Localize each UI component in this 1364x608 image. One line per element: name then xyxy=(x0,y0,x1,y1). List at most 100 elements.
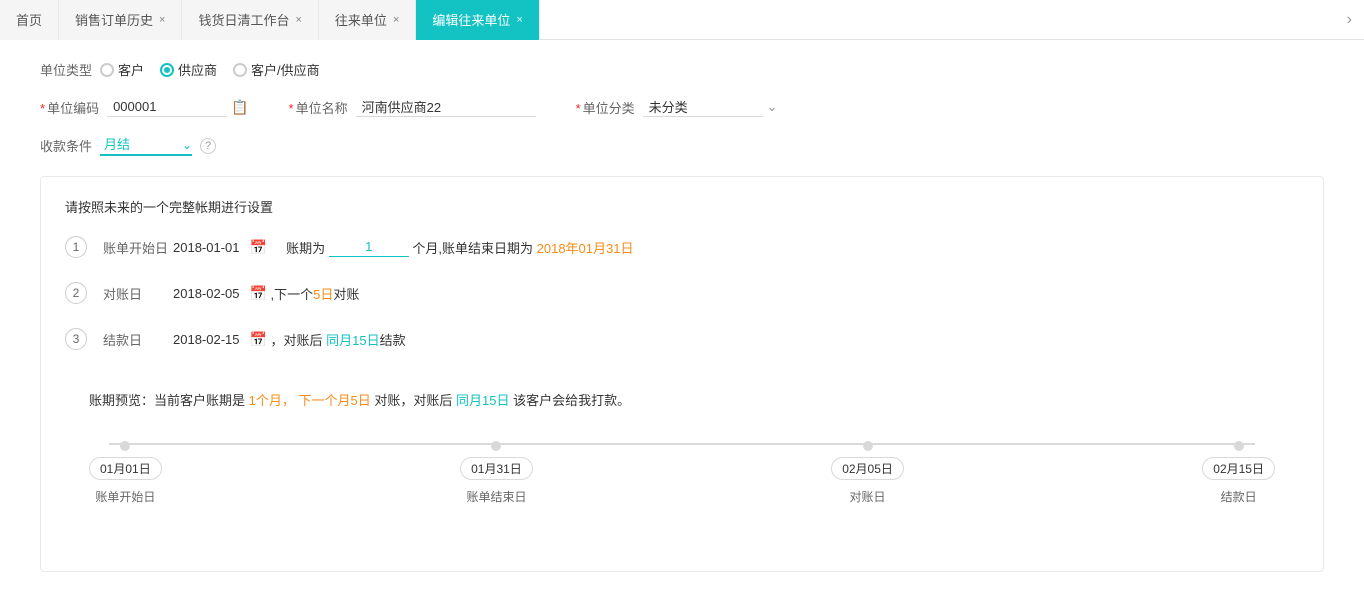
step-calendar-icon-2[interactable]: 📅 xyxy=(250,285,267,302)
tab-edit-partner-close[interactable]: × xyxy=(516,14,522,26)
timeline-date-0: 01月01日 xyxy=(89,457,162,480)
timeline-dot-3 xyxy=(1234,441,1244,451)
payment-terms-help-icon[interactable]: ? xyxy=(200,138,216,154)
preview-text: 账期预览：当前客户账期是 1个月， 下一个月5日 对账，对账后 同月15日 该客… xyxy=(89,390,1275,409)
tab-partner[interactable]: 往来单位 × xyxy=(319,0,416,40)
preview-part1: 1个月， xyxy=(249,393,295,408)
preview-part4: 同月15日 xyxy=(456,393,509,408)
radio-supplier-circle xyxy=(160,63,174,77)
step-desc-2: ,下一个 xyxy=(267,284,313,303)
step-desc-suffix-2: 对账 xyxy=(333,284,359,303)
period-months-input[interactable] xyxy=(329,237,409,257)
tab-cash-work-label: 钱货日清工作台 xyxy=(198,10,289,29)
step-date-1: 2018-01-01 xyxy=(173,240,240,255)
preview-label: 账期预览：当前客户账期是 xyxy=(89,393,245,408)
unit-category-dropdown-icon[interactable]: ⌄ xyxy=(767,99,778,115)
radio-customer-label: 客户 xyxy=(118,60,144,79)
step-label-1: 账单开始日 xyxy=(103,238,173,257)
tab-cash-work-close[interactable]: × xyxy=(295,14,301,26)
payment-terms-select[interactable]: 月结 xyxy=(100,135,180,154)
radio-customer-circle xyxy=(100,63,114,77)
reconcile-day-highlight: 5日 xyxy=(313,284,333,303)
timeline-node-0: 01月01日 账单开始日 xyxy=(89,441,162,505)
radio-supplier-label: 供应商 xyxy=(178,60,217,79)
timeline-date-1: 01月31日 xyxy=(460,457,533,480)
radio-customer[interactable]: 客户 xyxy=(100,60,144,79)
unit-name-label: *单位名称 xyxy=(289,98,348,117)
payment-terms-label: 收款条件 xyxy=(40,136,92,155)
step-date-2: 2018-02-05 xyxy=(173,286,240,301)
unit-info-row: *单位编码 📋 *单位名称 *单位分类 ⌄ xyxy=(40,97,1324,117)
payment-day-highlight: 同月15日 xyxy=(326,330,379,349)
tab-home[interactable]: 首页 xyxy=(0,0,59,40)
tab-partner-label: 往来单位 xyxy=(335,10,387,29)
radio-both[interactable]: 客户/供应商 xyxy=(233,60,320,79)
timeline-container: 01月01日 账单开始日 01月31日 账单结束日 02月05日 对账日 xyxy=(89,433,1275,535)
tab-edit-partner-label: 编辑往来单位 xyxy=(432,10,510,29)
step-num-3: 3 xyxy=(65,328,87,350)
unit-type-label: 单位类型 xyxy=(40,60,92,79)
unit-category-input[interactable] xyxy=(643,97,763,117)
payment-select-wrapper: 月结 ⌄ xyxy=(100,135,192,156)
step-num-1: 1 xyxy=(65,236,87,258)
timeline-dot-2 xyxy=(863,441,873,451)
step-calendar-icon-1[interactable]: 📅 xyxy=(250,239,267,256)
tab-sales-history[interactable]: 销售订单历史 × xyxy=(59,0,182,40)
timeline-date-3: 02月15日 xyxy=(1202,457,1275,480)
unit-code-star: * xyxy=(40,101,45,116)
step-desc-prefix-1: 账期为 xyxy=(279,238,329,257)
tabs-bar: 首页 销售订单历史 × 钱货日清工作台 × 往来单位 × 编辑往来单位 × › xyxy=(0,0,1364,40)
preview-part2: 下一个月5日 xyxy=(299,393,371,408)
tab-sales-history-label: 销售订单历史 xyxy=(75,10,153,29)
radio-both-label: 客户/供应商 xyxy=(251,60,320,79)
payment-terms-row: 收款条件 月结 ⌄ ? xyxy=(40,135,1324,156)
timeline-dot-0 xyxy=(120,441,130,451)
unit-category-star: * xyxy=(576,101,581,116)
timeline-label-0: 账单开始日 xyxy=(95,488,155,505)
timeline-label-2: 对账日 xyxy=(850,488,886,505)
preview-part5: 该客户会给我打款。 xyxy=(513,393,630,408)
payment-terms-chevron-icon: ⌄ xyxy=(182,138,192,152)
tab-edit-partner[interactable]: 编辑往来单位 × xyxy=(416,0,539,40)
timeline-node-3: 02月15日 结款日 xyxy=(1202,441,1275,505)
timeline-date-2: 02月05日 xyxy=(831,457,904,480)
radio-supplier[interactable]: 供应商 xyxy=(160,60,217,79)
step-num-2: 2 xyxy=(65,282,87,304)
step-label-2: 对账日 xyxy=(103,284,173,303)
step-desc-3: ，对账后 xyxy=(267,330,326,349)
period-end-date: 2018年01月31日 xyxy=(537,238,634,257)
preview-part3: 对账，对账后 xyxy=(374,393,452,408)
radio-both-circle xyxy=(233,63,247,77)
unit-name-star: * xyxy=(289,101,294,116)
step-row-1: 1 账单开始日 2018-01-01 📅 账期为 个月,账单结束日期为 2018… xyxy=(65,236,1299,258)
step-desc-suffix-1: 个月,账单结束日期为 xyxy=(409,238,537,257)
step-desc-suffix-3: 结款 xyxy=(380,330,406,349)
timeline-label-3: 结款日 xyxy=(1221,488,1257,505)
step-row-3: 3 结款日 2018-02-15 📅 ，对账后 同月15日 结款 xyxy=(65,328,1299,350)
timeline-node-2: 02月05日 对账日 xyxy=(831,441,904,505)
timeline-nodes: 01月01日 账单开始日 01月31日 账单结束日 02月05日 对账日 xyxy=(89,441,1275,505)
unit-code-copy-icon[interactable]: 📋 xyxy=(231,99,248,116)
unit-code-input[interactable] xyxy=(107,97,227,117)
unit-category-label: *单位分类 xyxy=(576,98,635,117)
tab-sales-history-close[interactable]: × xyxy=(159,14,165,26)
step-calendar-icon-3[interactable]: 📅 xyxy=(250,331,267,348)
unit-code-group: *单位编码 📋 xyxy=(40,97,249,117)
tab-cash-work[interactable]: 钱货日清工作台 × xyxy=(182,0,318,40)
card-title: 请按照未来的一个完整帐期进行设置 xyxy=(65,197,1299,216)
step-row-2: 2 对账日 2018-02-05 📅 ,下一个 5日 对账 xyxy=(65,282,1299,304)
timeline-label-1: 账单结束日 xyxy=(466,488,526,505)
unit-type-row: 单位类型 客户 供应商 客户/供应商 xyxy=(40,60,1324,79)
timeline-node-1: 01月31日 账单结束日 xyxy=(460,441,533,505)
unit-name-input[interactable] xyxy=(356,97,536,117)
settings-card: 请按照未来的一个完整帐期进行设置 1 账单开始日 2018-01-01 📅 账期… xyxy=(40,176,1324,572)
tab-more-button[interactable]: › xyxy=(1335,11,1364,29)
tab-home-label: 首页 xyxy=(16,10,42,29)
preview-section: 账期预览：当前客户账期是 1个月， 下一个月5日 对账，对账后 同月15日 该客… xyxy=(65,374,1299,551)
unit-code-label: *单位编码 xyxy=(40,98,99,117)
tab-partner-close[interactable]: × xyxy=(393,14,399,26)
unit-category-group: *单位分类 ⌄ xyxy=(576,97,778,117)
timeline-dot-1 xyxy=(491,441,501,451)
page-content: 单位类型 客户 供应商 客户/供应商 *单位编码 📋 xyxy=(0,40,1364,608)
step-date-3: 2018-02-15 xyxy=(173,332,240,347)
